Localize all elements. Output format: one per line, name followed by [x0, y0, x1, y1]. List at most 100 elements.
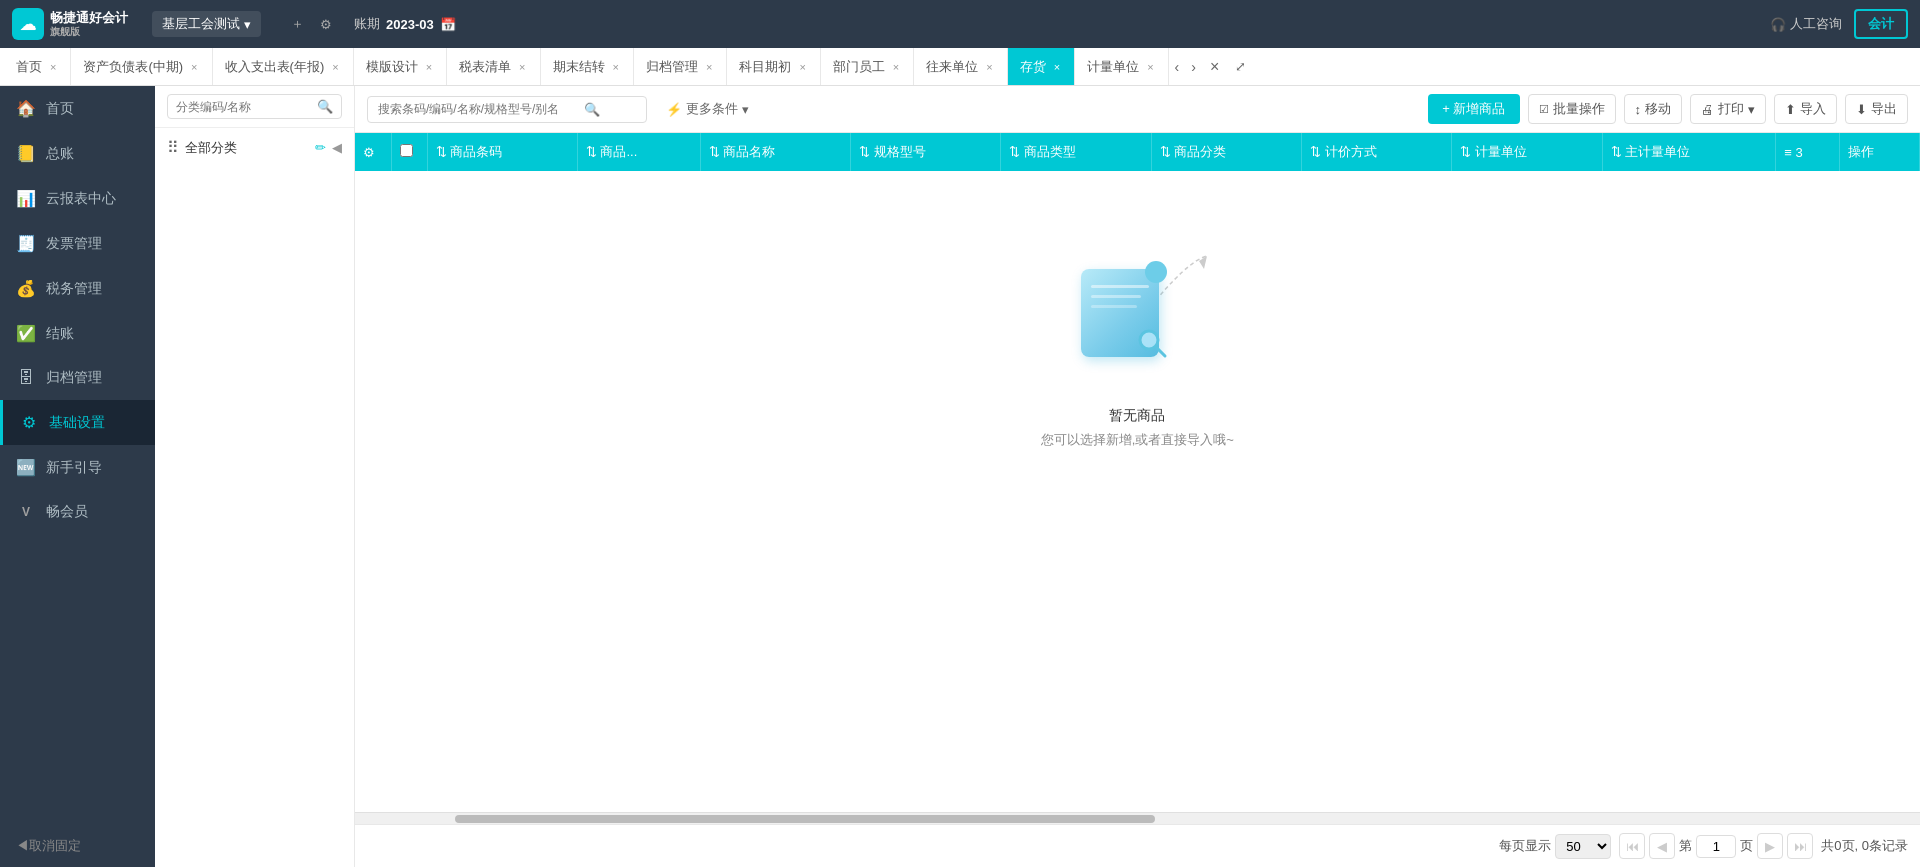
main-search-input[interactable] [378, 102, 578, 116]
empty-title: 暂无商品 [1109, 407, 1165, 425]
tab-tax-list[interactable]: 税表清单 × [447, 48, 540, 86]
tab-close-all-btn[interactable]: × [1202, 48, 1227, 86]
sidebar-item-invoice[interactable]: 🧾 发票管理 [0, 221, 155, 266]
tab-close-icon[interactable]: × [517, 61, 527, 73]
customer-service-btn[interactable]: 🎧 人工咨询 [1770, 15, 1842, 33]
tab-close-icon[interactable]: × [330, 61, 340, 73]
th-category-label: ⇅ 商品分类 [1160, 144, 1227, 159]
unpin-btn[interactable]: ◀取消固定 [0, 825, 155, 867]
batch-operation-btn[interactable]: ☑ 批量操作 [1528, 94, 1616, 124]
sidebar-item-tax[interactable]: 💰 税务管理 [0, 266, 155, 311]
select-all-checkbox[interactable] [400, 144, 413, 157]
th-col3-label: ≡ 3 [1784, 145, 1802, 160]
th-name[interactable]: ⇅ 商品名称 [700, 133, 850, 171]
unpin-label: ◀取消固定 [16, 837, 81, 855]
th-barcode[interactable]: ⇅ 商品条码 [427, 133, 577, 171]
page-label-after: 页 [1740, 837, 1753, 855]
page-size-label: 每页显示 [1499, 837, 1551, 855]
tab-close-icon[interactable]: × [704, 61, 714, 73]
tab-contacts[interactable]: 往来单位 × [914, 48, 1007, 86]
add-tab-btn[interactable]: ＋ [287, 11, 308, 37]
sidebar-item-home[interactable]: 🏠 首页 [0, 86, 155, 131]
category-all-item[interactable]: ⠿ 全部分类 ✏ ◀ [155, 128, 354, 167]
tab-inventory[interactable]: 存货 × [1008, 48, 1075, 86]
first-page-btn[interactable]: ⏮ [1619, 833, 1645, 859]
tab-department[interactable]: 部门员工 × [821, 48, 914, 86]
company-name: 基层工会测试 [162, 15, 240, 33]
page-size-dropdown[interactable]: 10 20 50 100 [1555, 834, 1611, 859]
scroll-thumb[interactable] [455, 815, 1155, 823]
sidebar-item-settings[interactable]: ⚙ 基础设置 [0, 400, 155, 445]
tab-close-icon[interactable]: × [984, 61, 994, 73]
tab-close-icon[interactable]: × [189, 61, 199, 73]
sidebar-item-label: 新手引导 [46, 459, 102, 477]
tab-close-icon[interactable]: × [611, 61, 621, 73]
category-search-input[interactable] [176, 100, 311, 114]
th-main-unit[interactable]: ⇅ 主计量单位 [1602, 133, 1776, 171]
tab-subject-init[interactable]: 科目期初 × [727, 48, 820, 86]
tab-balance-sheet[interactable]: 资产负债表(中期) × [71, 48, 212, 86]
collapse-panel-icon[interactable]: ◀ [332, 140, 342, 155]
filter-more-btn[interactable]: ⚡ 更多条件 ▾ [655, 94, 760, 124]
tab-archive[interactable]: 归档管理 × [634, 48, 727, 86]
print-btn[interactable]: 🖨 打印 ▾ [1690, 94, 1766, 124]
th-col3[interactable]: ≡ 3 [1776, 133, 1840, 171]
page-number-input[interactable] [1696, 835, 1736, 858]
filter-icon: ⚡ [666, 102, 682, 117]
th-checkbox[interactable] [391, 133, 427, 171]
tab-close-icon[interactable]: × [891, 61, 901, 73]
sidebar-item-member[interactable]: V 畅会员 [0, 490, 155, 534]
sidebar-item-guide[interactable]: 🆕 新手引导 [0, 445, 155, 490]
th-category[interactable]: ⇅ 商品分类 [1151, 133, 1301, 171]
period-value[interactable]: 2023-03 [386, 17, 434, 32]
import-btn[interactable]: ⬆ 导入 [1774, 94, 1837, 124]
settings-icon[interactable]: ⚙ [316, 13, 336, 36]
sidebar-item-settle[interactable]: ✅ 结账 [0, 311, 155, 356]
next-page-btn[interactable]: ▶ [1757, 833, 1783, 859]
th-type[interactable]: ⇅ 商品类型 [1001, 133, 1151, 171]
company-selector[interactable]: 基层工会测试 ▾ [152, 11, 261, 37]
tab-expand-btn[interactable]: ⤢ [1227, 48, 1254, 86]
sidebar-item-archive[interactable]: 🗄 归档管理 [0, 356, 155, 400]
tab-nav-next[interactable]: › [1185, 48, 1202, 86]
account-button[interactable]: 会计 [1854, 9, 1908, 39]
tab-close-icon[interactable]: × [797, 61, 807, 73]
tab-nav-prev[interactable]: ‹ [1169, 48, 1186, 86]
tab-label: 首页 [16, 58, 42, 76]
th-unit[interactable]: ⇅ 计量单位 [1452, 133, 1602, 171]
tab-close-icon[interactable]: × [48, 61, 58, 73]
th-actions-label: 操作 [1848, 144, 1874, 159]
tab-template-design[interactable]: 模版设计 × [354, 48, 447, 86]
empty-state: 暂无商品 您可以选择新增,或者直接导入哦~ [355, 171, 1920, 529]
horizontal-scrollbar[interactable] [355, 812, 1920, 824]
edit-category-icon[interactable]: ✏ [315, 140, 326, 155]
tab-close-icon[interactable]: × [1052, 61, 1062, 73]
move-icon: ↕ [1635, 102, 1642, 117]
sidebar-item-reports[interactable]: 📊 云报表中心 [0, 176, 155, 221]
tab-income-report[interactable]: 收入支出表(年报) × [213, 48, 354, 86]
move-btn[interactable]: ↕ 移动 [1624, 94, 1683, 124]
last-page-btn[interactable]: ⏭ [1787, 833, 1813, 859]
invoice-icon: 🧾 [16, 234, 36, 253]
tab-home[interactable]: 首页 × [4, 48, 71, 86]
main-search-icon[interactable]: 🔍 [584, 102, 600, 117]
prev-page-btn[interactable]: ◀ [1649, 833, 1675, 859]
logo-area: ☁ 畅捷通好会计 旗舰版 [12, 8, 142, 40]
tab-close-icon[interactable]: × [1145, 61, 1155, 73]
th-settings[interactable]: ⚙ [355, 133, 391, 171]
add-product-btn[interactable]: + 新增商品 [1428, 94, 1519, 124]
chevron-down-icon: ▾ [742, 102, 749, 117]
tab-measurement-unit[interactable]: 计量单位 × [1075, 48, 1168, 86]
th-spec[interactable]: ⇅ 规格型号 [851, 133, 1001, 171]
tab-period-transfer[interactable]: 期末结转 × [541, 48, 634, 86]
headset-icon: 🎧 [1770, 17, 1786, 32]
sidebar-item-label: 归档管理 [46, 369, 102, 387]
sidebar-item-ledger[interactable]: 📒 总账 [0, 131, 155, 176]
total-records-label: 共0页, 0条记录 [1821, 837, 1908, 855]
export-btn[interactable]: ⬇ 导出 [1845, 94, 1908, 124]
print-dropdown-icon: ▾ [1748, 102, 1755, 117]
th-price-method[interactable]: ⇅ 计价方式 [1302, 133, 1452, 171]
calendar-icon[interactable]: 📅 [440, 17, 456, 32]
tab-close-icon[interactable]: × [424, 61, 434, 73]
th-code[interactable]: ⇅ 商品... [577, 133, 700, 171]
